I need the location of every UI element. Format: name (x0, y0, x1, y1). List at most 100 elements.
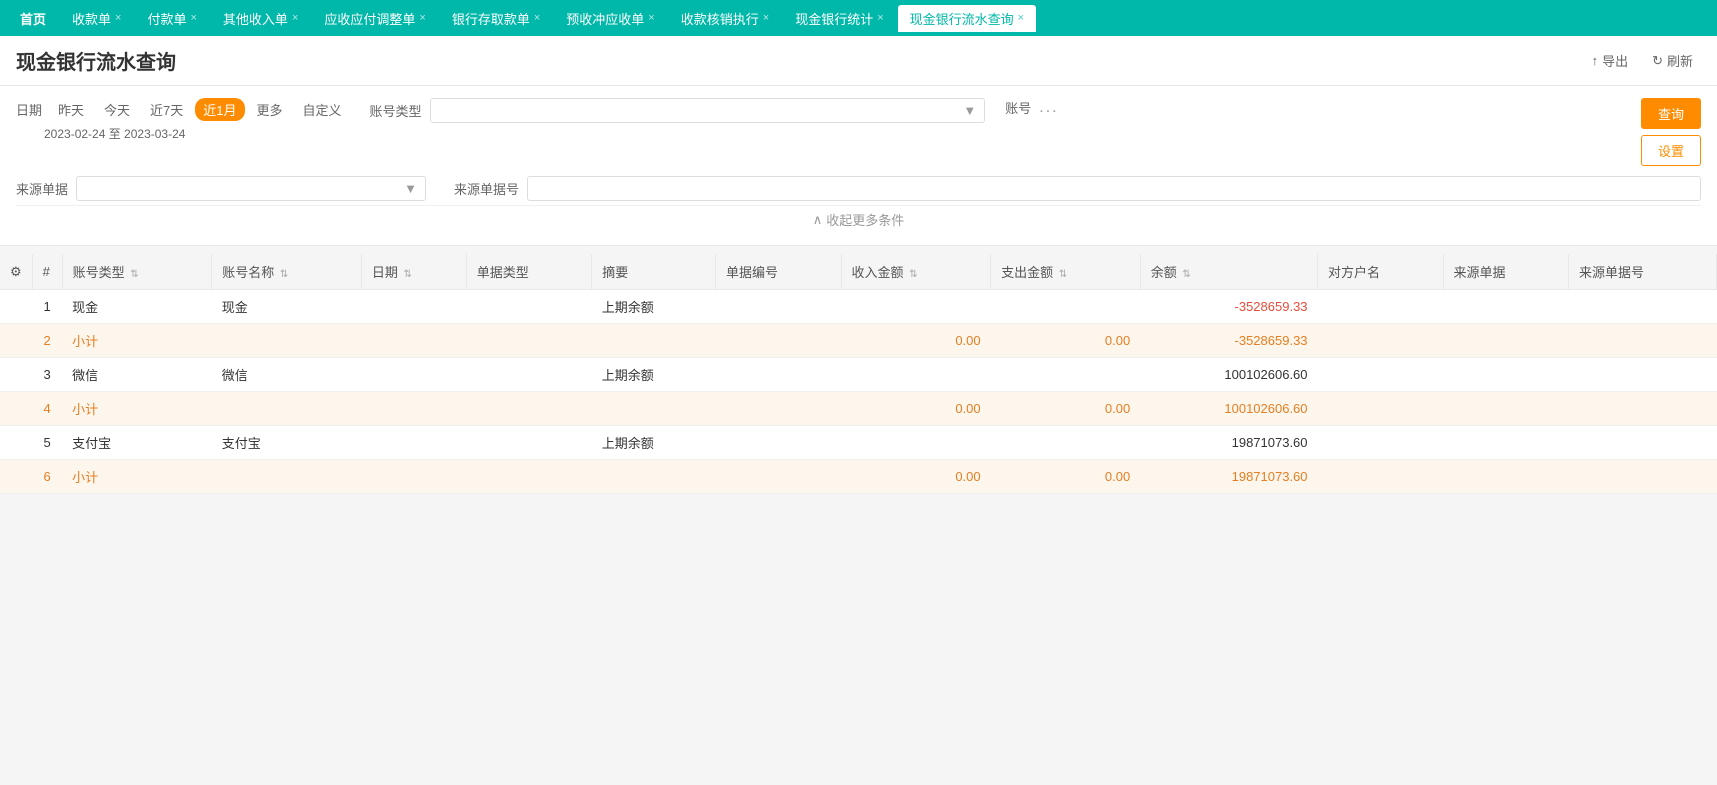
settings-button[interactable]: 设置 (1641, 135, 1701, 166)
nav-item-other-income[interactable]: 其他收入单× (211, 5, 310, 32)
table-cell: 2 (32, 324, 62, 358)
table-row: 1现金现金上期余额-3528659.33 (0, 290, 1717, 324)
nav-close-other-income[interactable]: × (292, 12, 298, 24)
table-cell: 4 (32, 392, 62, 426)
col-account-name[interactable]: 账号名称 ⇅ (212, 254, 362, 290)
date-option-custom[interactable]: 自定义 (295, 98, 350, 121)
table-cell (1318, 290, 1444, 324)
table-cell: 3 (32, 358, 62, 392)
source-doc-label: 来源单据 (16, 179, 68, 198)
table-cell (1443, 324, 1569, 358)
account-type-select[interactable]: ▼ (430, 98, 986, 123)
account-more-button[interactable]: ... (1039, 99, 1058, 117)
table-cell: 支付宝 (212, 426, 362, 460)
table-cell: 19871073.60 (1140, 426, 1317, 460)
nav-close-cashflow[interactable]: × (1018, 12, 1024, 24)
table-cell (991, 290, 1141, 324)
table-cell (1318, 358, 1444, 392)
table-cell: 小计 (62, 392, 212, 426)
table-cell (466, 290, 592, 324)
table-cell (361, 460, 466, 494)
table-cell[interactable] (0, 290, 32, 324)
nav-close-adjustment[interactable]: × (419, 12, 425, 24)
nav-close-stats[interactable]: × (877, 12, 883, 24)
table-cell (1443, 426, 1569, 460)
table-cell: 小计 (62, 324, 212, 358)
export-icon: ↑ (1592, 53, 1599, 68)
page-title: 现金银行流水查询 (16, 46, 176, 75)
source-doc-num-input[interactable] (527, 176, 1701, 201)
nav-item-adjustment[interactable]: 应收应付调整单× (312, 5, 437, 32)
table-cell: 0.00 (991, 324, 1141, 358)
date-option-7days[interactable]: 近7天 (142, 98, 191, 121)
nav-close-receipt[interactable]: × (115, 12, 121, 24)
table-cell (592, 324, 716, 358)
table-cell (1569, 324, 1717, 358)
nav-close-writeoff[interactable]: × (763, 12, 769, 24)
table-cell[interactable] (0, 324, 32, 358)
table-cell (466, 358, 592, 392)
nav-item-stats[interactable]: 现金银行统计× (783, 5, 895, 32)
table-cell (1443, 290, 1569, 324)
page-header: 现金银行流水查询 ↑ 导出 ↻ 刷新 (0, 36, 1717, 86)
table-body: 1现金现金上期余额-3528659.332小计0.000.00-3528659.… (0, 290, 1717, 494)
col-source-doc-num: 来源单据号 (1569, 254, 1717, 290)
refresh-button[interactable]: ↻ 刷新 (1644, 47, 1701, 74)
nav-item-writeoff[interactable]: 收款核销执行× (669, 5, 781, 32)
table-cell (466, 392, 592, 426)
date-option-more[interactable]: 更多 (249, 98, 291, 121)
nav-item-payment[interactable]: 付款单× (135, 5, 208, 32)
table-row: 5支付宝支付宝上期余额19871073.60 (0, 426, 1717, 460)
table-cell (466, 460, 592, 494)
date-options: 昨天 今天 近7天 近1月 更多 自定义 (50, 98, 350, 121)
table-cell[interactable] (0, 460, 32, 494)
table-cell[interactable] (0, 358, 32, 392)
table-cell (1569, 358, 1717, 392)
nav-close-pre-receive[interactable]: × (648, 12, 654, 24)
account-label: 账号 (1005, 98, 1031, 117)
col-date[interactable]: 日期 ⇅ (361, 254, 466, 290)
refresh-icon: ↻ (1652, 53, 1663, 69)
table-cell (1569, 460, 1717, 494)
date-option-1month[interactable]: 近1月 (195, 98, 244, 121)
table-cell[interactable] (0, 392, 32, 426)
nav-close-bank[interactable]: × (534, 12, 540, 24)
table-cell (1318, 324, 1444, 358)
source-doc-select[interactable]: ▼ (76, 176, 426, 201)
date-option-yesterday[interactable]: 昨天 (50, 98, 92, 121)
table-cell: 现金 (212, 290, 362, 324)
nav-item-home[interactable]: 首页 (8, 5, 58, 32)
table-cell: 100102606.60 (1140, 358, 1317, 392)
nav-close-payment[interactable]: × (190, 12, 196, 24)
table-cell (1318, 460, 1444, 494)
income-sort-icon: ⇅ (909, 269, 917, 280)
col-balance[interactable]: 余额 ⇅ (1140, 254, 1317, 290)
nav-item-cashflow[interactable]: 现金银行流水查询× (898, 5, 1036, 32)
date-option-today[interactable]: 今天 (96, 98, 138, 121)
source-doc-num-label: 来源单据号 (454, 179, 519, 198)
source-doc-arrow-icon: ▼ (404, 181, 417, 196)
col-income[interactable]: 收入金额 ⇅ (841, 254, 991, 290)
collapse-bar[interactable]: ∧ 收起更多条件 (16, 205, 1701, 233)
nav-item-pre-receive[interactable]: 预收冲应收单× (554, 5, 666, 32)
table-cell: 上期余额 (592, 358, 716, 392)
col-expense[interactable]: 支出金额 ⇅ (991, 254, 1141, 290)
table-cell (212, 324, 362, 358)
col-gear: ⚙ (0, 254, 32, 290)
table-cell (716, 392, 842, 426)
col-num: # (32, 254, 62, 290)
nav-item-bank[interactable]: 银行存取款单× (440, 5, 552, 32)
table-cell (1318, 426, 1444, 460)
table-cell (716, 324, 842, 358)
col-account-type[interactable]: 账号类型 ⇅ (62, 254, 212, 290)
gear-icon[interactable]: ⚙ (10, 264, 22, 279)
table-cell: 上期余额 (592, 426, 716, 460)
export-button[interactable]: ↑ 导出 (1584, 47, 1637, 74)
query-button[interactable]: 查询 (1641, 98, 1701, 129)
account-type-sort-icon: ⇅ (130, 269, 138, 280)
table-row: 3微信微信上期余额100102606.60 (0, 358, 1717, 392)
table-row: 2小计0.000.00-3528659.33 (0, 324, 1717, 358)
table-cell[interactable] (0, 426, 32, 460)
nav-item-receipt[interactable]: 收款单× (60, 5, 133, 32)
table-row: 6小计0.000.0019871073.60 (0, 460, 1717, 494)
